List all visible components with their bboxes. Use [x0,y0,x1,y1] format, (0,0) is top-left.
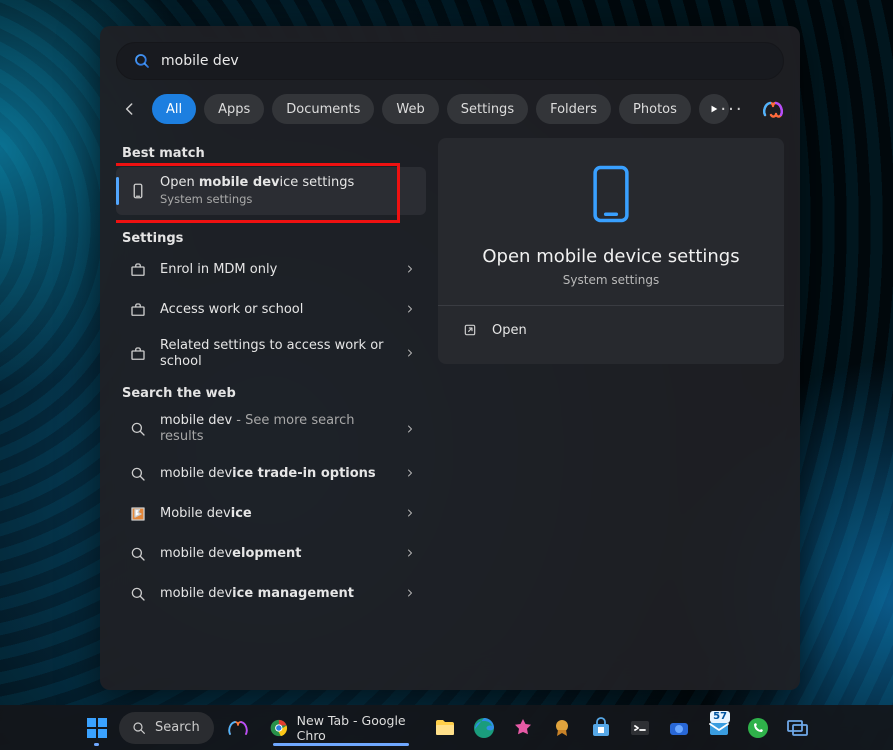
more-options-button[interactable]: ··· [718,95,746,123]
taskbar-copilot[interactable] [220,708,253,748]
star-icon [511,716,535,740]
briefcase-icon [128,261,148,279]
badge-icon [550,716,574,740]
best-match-item[interactable]: Open mobile device settings System setti… [116,167,426,215]
chevron-right-icon [404,504,416,523]
taskbar-mail[interactable]: 57 [702,708,735,748]
camera-icon [667,716,691,740]
web-result-3[interactable]: Mobile device [116,494,426,534]
bing-icon [128,505,148,523]
search-icon [131,720,147,736]
web-result-1[interactable]: mobile dev - See more search results [116,405,426,454]
windows-icon [85,716,109,740]
taskbar-terminal[interactable] [624,708,657,748]
start-button[interactable] [80,708,113,748]
phone-icon [589,164,633,228]
taskbar-search[interactable]: Search [119,712,214,744]
store-icon [589,716,613,740]
taskbar-app-star[interactable] [507,708,540,748]
whatsapp-icon [746,716,770,740]
filter-apps[interactable]: Apps [204,94,264,124]
chrome-icon [269,716,289,740]
taskbar-app-badge[interactable] [546,708,579,748]
preview-open-action[interactable]: Open [460,306,762,354]
filter-photos[interactable]: Photos [619,94,691,124]
search-web-header: Search the web [116,378,426,405]
settings-item-work-school[interactable]: Access work or school [116,290,426,330]
chevron-right-icon [404,300,416,319]
edge-icon [472,716,496,740]
settings-item-mdm[interactable]: Enrol in MDM only [116,250,426,290]
filter-all[interactable]: All [152,94,196,124]
taskbar-store[interactable] [585,708,618,748]
taskbar-explorer[interactable] [429,708,462,748]
desktops-icon [785,716,809,740]
web-result-2[interactable]: mobile device trade-in options [116,454,426,494]
filter-row: All Apps Documents Web Settings Folders … [116,94,784,124]
chevron-right-icon [404,420,416,439]
chevron-right-icon [404,260,416,279]
best-match-title: Open mobile device settings [160,175,416,191]
taskbar-virtual-desktops[interactable] [780,708,813,748]
copilot-icon [225,716,249,740]
search-box[interactable] [116,42,784,80]
settings-item-related[interactable]: Related settings to access work or schoo… [116,330,426,379]
mail-badge: 57 [710,711,730,723]
filter-folders[interactable]: Folders [536,94,611,124]
folder-icon [433,716,457,740]
taskbar-whatsapp[interactable] [741,708,774,748]
windows-search-panel: All Apps Documents Web Settings Folders … [100,26,800,690]
filter-documents[interactable]: Documents [272,94,374,124]
chevron-right-icon [404,344,416,363]
chevron-right-icon [404,584,416,603]
phone-icon [128,182,148,200]
taskbar-chrome[interactable]: New Tab - Google Chro [259,708,423,748]
taskbar-camera[interactable] [663,708,696,748]
preview-subtitle: System settings [460,273,762,287]
briefcase-icon [128,345,148,363]
best-match-header: Best match [116,138,426,165]
search-icon [128,465,148,483]
search-input[interactable] [161,53,767,69]
copilot-icon[interactable] [760,97,784,121]
taskbar: Search New Tab - Google Chro [0,705,893,750]
search-icon [133,52,151,70]
terminal-icon [628,716,652,740]
chevron-right-icon [404,544,416,563]
preview-title: Open mobile device settings [460,246,762,267]
settings-header: Settings [116,223,426,250]
web-result-5[interactable]: mobile device management [116,574,426,614]
taskbar-edge[interactable] [468,708,501,748]
briefcase-icon [128,301,148,319]
filter-web[interactable]: Web [382,94,438,124]
chevron-right-icon [404,464,416,483]
back-button[interactable] [116,95,144,123]
results-list: Best match Open mobile device settings S… [116,138,426,672]
preview-card: Open mobile device settings System setti… [438,138,784,364]
search-icon [128,545,148,563]
best-match-subtitle: System settings [160,192,416,206]
filter-settings[interactable]: Settings [447,94,528,124]
web-result-4[interactable]: mobile development [116,534,426,574]
search-icon [128,585,148,603]
search-icon [128,420,148,438]
open-external-icon [462,322,478,338]
